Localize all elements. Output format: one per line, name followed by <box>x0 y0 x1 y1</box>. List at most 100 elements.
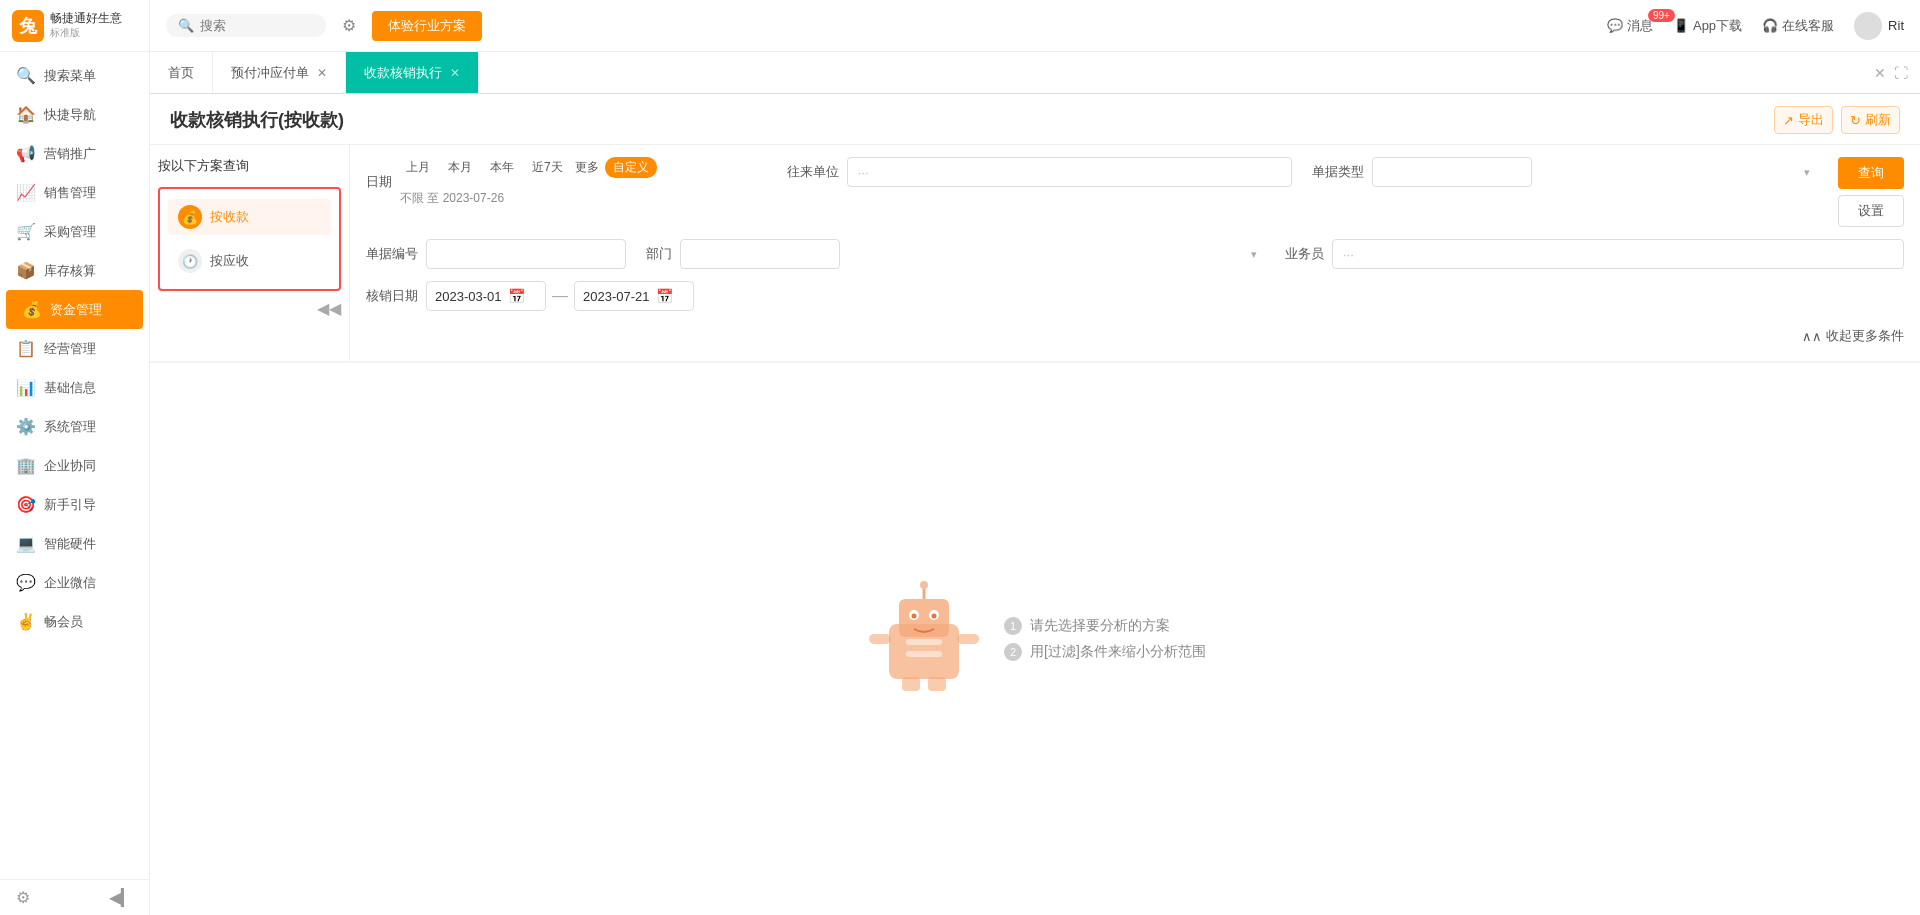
member-icon: ✌️ <box>16 612 36 631</box>
svg-point-11 <box>920 581 928 589</box>
sidebar-item-sales[interactable]: 📈 销售管理 <box>0 173 149 212</box>
system-icon: ⚙️ <box>16 417 36 436</box>
filter-area: 按以下方案查询 💰 按收款 🕐 按应收 ◀◀ <box>150 145 1920 361</box>
filter-options-box: 💰 按收款 🕐 按应收 <box>158 187 341 291</box>
collapse-sidebar-icon[interactable]: ◀▎ <box>109 888 133 907</box>
sales-icon: 📈 <box>16 183 36 202</box>
sidebar-item-quick-nav[interactable]: 🏠 快捷导航 <box>0 95 149 134</box>
verif-start-date[interactable]: 2023-03-01 📅 <box>426 281 546 311</box>
collection-option-label: 按收款 <box>210 208 249 226</box>
collapse-chevron-up-icon: ∧∧ <box>1802 329 1822 344</box>
sidebar-logo: 兔 畅捷通好生意 标准版 <box>0 0 149 52</box>
date-more-btn[interactable]: 更多 <box>575 159 599 176</box>
basic-icon: 📊 <box>16 378 36 397</box>
sidebar-item-inventory[interactable]: 📦 库存核算 <box>0 251 149 290</box>
staff-input[interactable]: ··· <box>1332 239 1904 269</box>
tab-close-all-icon[interactable]: ✕ <box>1874 65 1886 81</box>
date-custom-btn[interactable]: 自定义 <box>605 157 657 178</box>
header-search-box[interactable]: 🔍 <box>166 14 326 37</box>
date-last-month-btn[interactable]: 上月 <box>400 157 436 178</box>
receivable-option-icon: 🕐 <box>178 249 202 273</box>
sidebar-item-business[interactable]: 📋 经营管理 <box>0 329 149 368</box>
user-name: Rit <box>1888 18 1904 33</box>
refresh-btn[interactable]: ↻ 刷新 <box>1841 106 1900 134</box>
counterparty-input[interactable]: ··· <box>847 157 1293 187</box>
sidebar-item-finance[interactable]: 💰 资金管理 <box>6 290 143 329</box>
sidebar-item-marketing[interactable]: 📢 营销推广 <box>0 134 149 173</box>
logo-text-block: 畅捷通好生意 标准版 <box>50 11 122 41</box>
prepay-tab-close[interactable]: ✕ <box>317 66 327 80</box>
app-download-btn[interactable]: 📱 App下载 <box>1673 17 1742 35</box>
inventory-icon: 📦 <box>16 261 36 280</box>
online-service-btn[interactable]: 🎧 在线客服 <box>1762 17 1834 35</box>
industry-btn[interactable]: 体验行业方案 <box>372 11 482 41</box>
app-icon: 📱 <box>1673 18 1689 33</box>
query-btn[interactable]: 查询 <box>1838 157 1904 189</box>
sidebar-item-system[interactable]: ⚙️ 系统管理 <box>0 407 149 446</box>
svg-rect-6 <box>869 634 891 644</box>
sidebar-item-wechat[interactable]: 💬 企业微信 <box>0 563 149 602</box>
staff-label: 业务员 <box>1285 245 1324 263</box>
collapse-more-btn[interactable]: ∧∧ 收起更多条件 <box>1802 327 1904 345</box>
logo-name: 畅捷通好生意 <box>50 11 122 27</box>
sidebar-item-label: 快捷导航 <box>44 106 96 124</box>
export-label: 导出 <box>1798 111 1824 129</box>
collection-tab-label: 收款核销执行 <box>364 64 442 82</box>
filter-dept-item: 部门 <box>646 239 1265 269</box>
date-limit-text: 不限 至 2023-07-26 <box>400 191 504 205</box>
export-btn[interactable]: ↗ 导出 <box>1774 106 1833 134</box>
sidebar-item-hardware[interactable]: 💻 智能硬件 <box>0 524 149 563</box>
guide-icon: 🎯 <box>16 495 36 514</box>
settings-btn[interactable]: 设置 <box>1838 195 1904 227</box>
gear-icon[interactable]: ⚙ <box>342 16 356 35</box>
tab-expand-icon[interactable]: ⛶ <box>1894 65 1908 81</box>
search-icon: 🔍 <box>178 18 194 33</box>
date-last7-btn[interactable]: 近7天 <box>526 157 569 178</box>
dept-select[interactable] <box>680 239 840 269</box>
hardware-icon: 💻 <box>16 534 36 553</box>
filter-option-by-collection[interactable]: 💰 按收款 <box>168 199 331 235</box>
sidebar-item-member[interactable]: ✌️ 畅会员 <box>0 602 149 641</box>
prepay-tab-label: 预付冲应付单 <box>231 64 309 82</box>
filter-collapse-arrow[interactable]: ◀◀ <box>317 299 341 318</box>
hint-text-2: 用[过滤]条件来缩小分析范围 <box>1030 643 1206 661</box>
filter-option-by-receivable[interactable]: 🕐 按应收 <box>168 243 331 279</box>
verif-end-date[interactable]: 2023-07-21 📅 <box>574 281 694 311</box>
date-this-year-btn[interactable]: 本年 <box>484 157 520 178</box>
refresh-label: 刷新 <box>1865 111 1891 129</box>
sidebar-item-label: 畅会员 <box>44 613 83 631</box>
svg-point-4 <box>912 614 917 619</box>
collab-icon: 🏢 <box>16 456 36 475</box>
home-tab-label: 首页 <box>168 64 194 82</box>
sidebar-item-purchase[interactable]: 🛒 采购管理 <box>0 212 149 251</box>
sidebar-item-label: 营销推广 <box>44 145 96 163</box>
search-menu-icon: 🔍 <box>16 66 36 85</box>
tab-collection[interactable]: 收款核销执行 ✕ <box>346 52 479 93</box>
sidebar-item-label: 搜索菜单 <box>44 67 96 85</box>
page-title-row: 收款核销执行(按收款) ↗ 导出 ↻ 刷新 <box>170 106 1900 144</box>
filter-row-2: 单据编号 部门 业务员 ··· <box>366 239 1904 269</box>
docnum-input[interactable] <box>426 239 626 269</box>
sidebar-item-guide[interactable]: 🎯 新手引导 <box>0 485 149 524</box>
filter-row-3: 核销日期 2023-03-01 📅 — 2023-07-21 📅 <box>366 281 1904 311</box>
date-this-month-btn[interactable]: 本月 <box>442 157 478 178</box>
sidebar-item-search[interactable]: 🔍 搜索菜单 <box>0 56 149 95</box>
svg-rect-7 <box>957 634 979 644</box>
sidebar-item-collab[interactable]: 🏢 企业协同 <box>0 446 149 485</box>
svg-point-5 <box>932 614 937 619</box>
collapse-label: 收起更多条件 <box>1826 327 1904 345</box>
tab-home[interactable]: 首页 <box>150 52 213 93</box>
collection-option-icon: 💰 <box>178 205 202 229</box>
sidebar-item-basic[interactable]: 📊 基础信息 <box>0 368 149 407</box>
svg-rect-9 <box>928 677 946 691</box>
settings-bottom-icon[interactable]: ⚙ <box>16 888 30 907</box>
message-btn[interactable]: 💬 消息 99+ <box>1607 17 1653 35</box>
collection-tab-close[interactable]: ✕ <box>450 66 460 80</box>
nav-tabs-bar: 首页 预付冲应付单 ✕ 收款核销执行 ✕ ✕ ⛶ <box>150 52 1920 94</box>
sidebar-item-label: 库存核算 <box>44 262 96 280</box>
page-title: 收款核销执行(按收款) <box>170 108 344 132</box>
doctype-select[interactable] <box>1372 157 1532 187</box>
search-input[interactable] <box>200 18 310 33</box>
tab-prepay[interactable]: 预付冲应付单 ✕ <box>213 52 346 93</box>
sidebar-item-label: 经营管理 <box>44 340 96 358</box>
